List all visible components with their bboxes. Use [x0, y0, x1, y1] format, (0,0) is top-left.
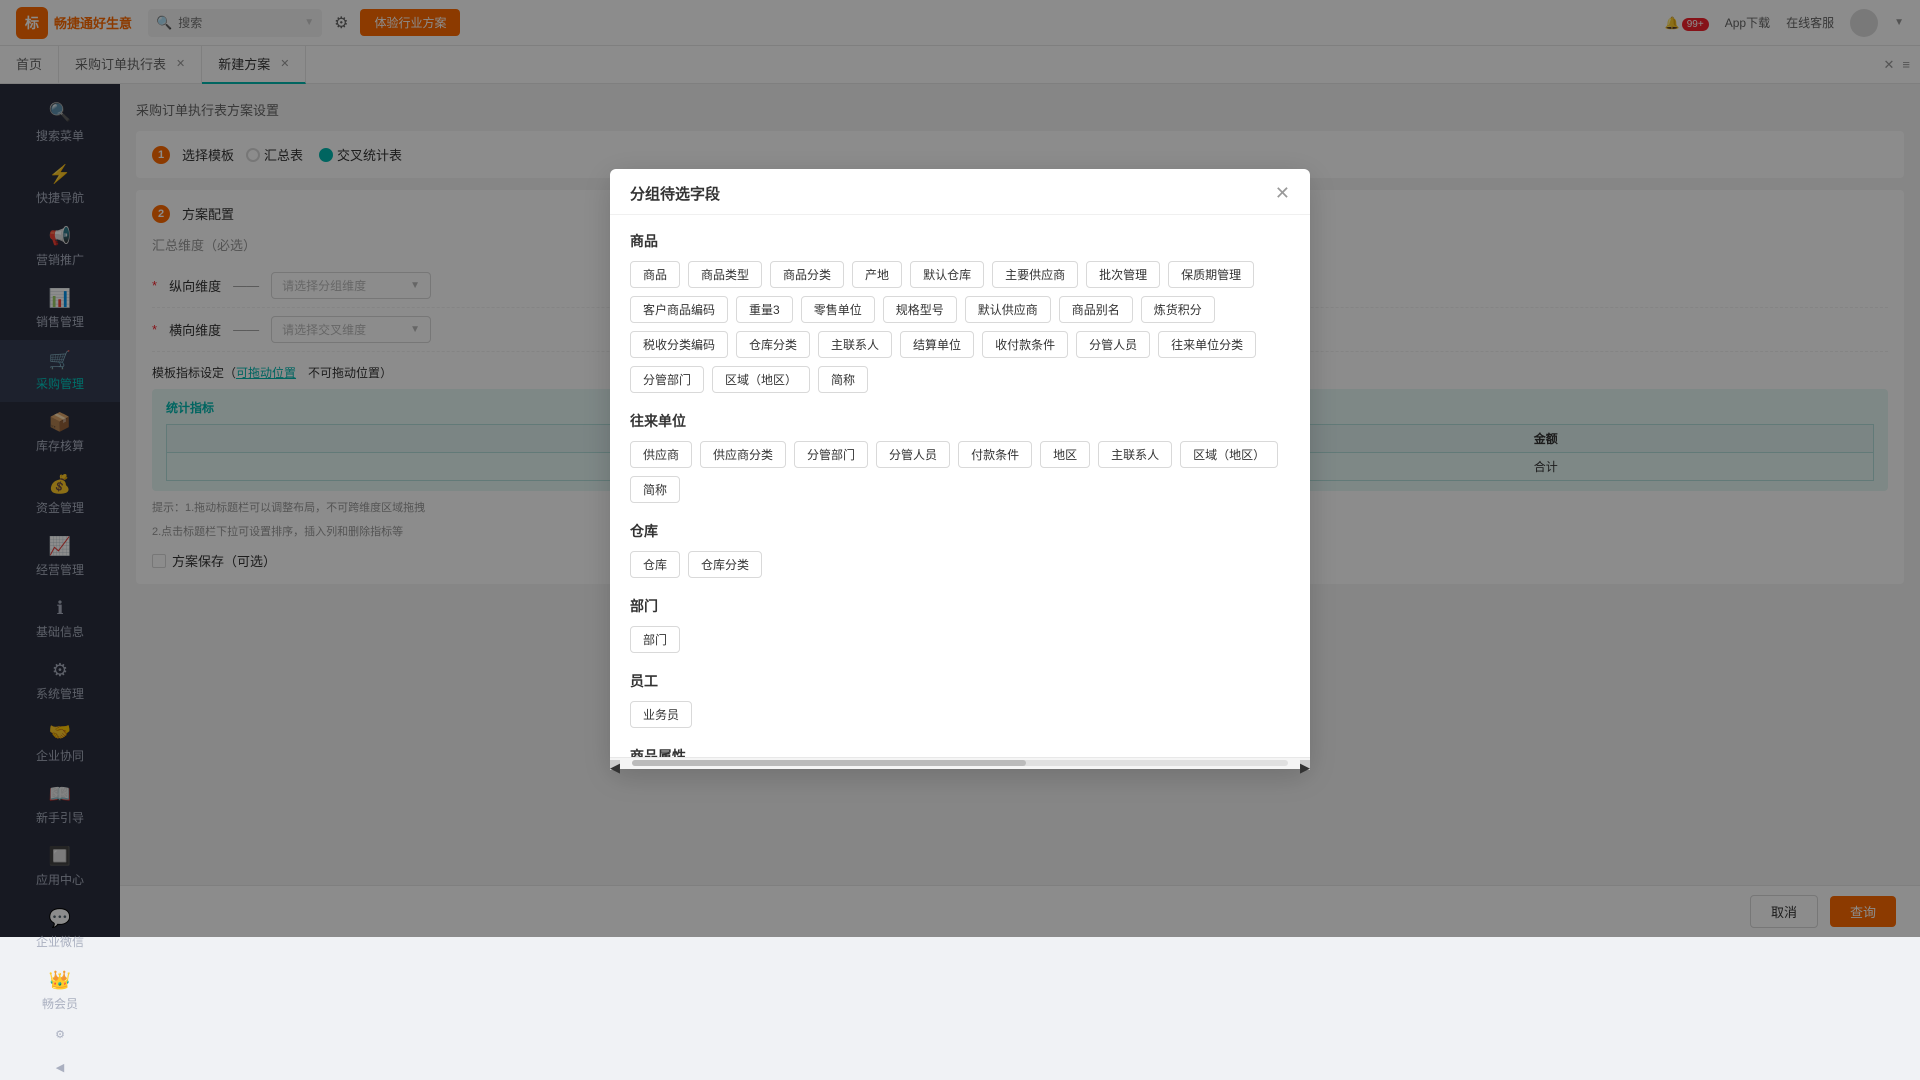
- field-group-product-attr: 商品属性 属性 颜色 多规格 尺码 鞋码 1: [630, 746, 1290, 758]
- sidebar-item-label-member: 畅会员: [42, 995, 78, 1012]
- field-tag-partner-2[interactable]: 分管部门: [794, 441, 868, 468]
- field-tag-product-9[interactable]: 重量3: [736, 296, 793, 323]
- field-tag-product-18[interactable]: 结算单位: [900, 331, 974, 358]
- modal-overlay: 分组待选字段 ✕ 商品 商品 商品类型 商品分类 产地 默认仓库 主要供应商 批…: [0, 0, 1920, 937]
- scroll-right-btn[interactable]: ▶: [1300, 760, 1310, 770]
- modal-body: 商品 商品 商品类型 商品分类 产地 默认仓库 主要供应商 批次管理 保质期管理…: [610, 215, 1310, 758]
- field-group-product: 商品 商品 商品类型 商品分类 产地 默认仓库 主要供应商 批次管理 保质期管理…: [630, 231, 1290, 393]
- field-tag-product-6[interactable]: 批次管理: [1086, 261, 1160, 288]
- field-tag-partner-1[interactable]: 供应商分类: [700, 441, 786, 468]
- field-tag-product-8[interactable]: 客户商品编码: [630, 296, 728, 323]
- field-group-warehouse-title: 仓库: [630, 521, 1290, 541]
- field-group-dept: 部门 部门: [630, 596, 1290, 653]
- field-tag-product-24[interactable]: 简称: [818, 366, 868, 393]
- modal-close-button[interactable]: ✕: [1275, 184, 1290, 202]
- scroll-thumb[interactable]: [632, 760, 1026, 766]
- field-tag-staff-0[interactable]: 业务员: [630, 701, 692, 728]
- field-tags-product: 商品 商品类型 商品分类 产地 默认仓库 主要供应商 批次管理 保质期管理 客户…: [630, 261, 1290, 393]
- field-tag-product-10[interactable]: 零售单位: [801, 296, 875, 323]
- field-tag-product-12[interactable]: 默认供应商: [965, 296, 1051, 323]
- modal-scroll-bar[interactable]: ◀ ▶: [610, 757, 1310, 768]
- sidebar-settings[interactable]: ⚙: [55, 1022, 65, 1047]
- field-group-warehouse: 仓库 仓库 仓库分类: [630, 521, 1290, 578]
- field-tag-partner-5[interactable]: 地区: [1040, 441, 1090, 468]
- field-tag-partner-4[interactable]: 付款条件: [958, 441, 1032, 468]
- field-group-partner: 往来单位 供应商 供应商分类 分管部门 分管人员 付款条件 地区 主联系人 区域…: [630, 411, 1290, 503]
- field-tag-product-7[interactable]: 保质期管理: [1168, 261, 1254, 288]
- field-tag-partner-8[interactable]: 简称: [630, 476, 680, 503]
- field-group-dept-title: 部门: [630, 596, 1290, 616]
- field-tags-staff: 业务员: [630, 701, 1290, 728]
- field-tag-product-17[interactable]: 主联系人: [818, 331, 892, 358]
- field-tag-product-13[interactable]: 商品别名: [1059, 296, 1133, 323]
- field-tag-product-11[interactable]: 规格型号: [883, 296, 957, 323]
- field-tag-product-22[interactable]: 分管部门: [630, 366, 704, 393]
- field-tags-dept: 部门: [630, 626, 1290, 653]
- modal-title: 分组待选字段: [630, 183, 720, 204]
- field-tag-product-19[interactable]: 收付款条件: [982, 331, 1068, 358]
- field-tag-partner-3[interactable]: 分管人员: [876, 441, 950, 468]
- field-tag-product-23[interactable]: 区域（地区）: [712, 366, 810, 393]
- field-tag-product-20[interactable]: 分管人员: [1076, 331, 1150, 358]
- field-tag-partner-0[interactable]: 供应商: [630, 441, 692, 468]
- field-tag-dept-0[interactable]: 部门: [630, 626, 680, 653]
- field-tag-partner-6[interactable]: 主联系人: [1098, 441, 1172, 468]
- field-tag-product-1[interactable]: 商品类型: [688, 261, 762, 288]
- field-tag-product-3[interactable]: 产地: [852, 261, 902, 288]
- field-tag-warehouse-1[interactable]: 仓库分类: [688, 551, 762, 578]
- sidebar-collapse[interactable]: ◀: [56, 1055, 64, 1080]
- modal: 分组待选字段 ✕ 商品 商品 商品类型 商品分类 产地 默认仓库 主要供应商 批…: [610, 169, 1310, 769]
- field-tag-product-14[interactable]: 炼货积分: [1141, 296, 1215, 323]
- sidebar-bottom: ⚙ ◀: [0, 1022, 120, 1080]
- modal-header: 分组待选字段 ✕: [610, 169, 1310, 215]
- field-group-staff-title: 员工: [630, 671, 1290, 691]
- field-tags-warehouse: 仓库 仓库分类: [630, 551, 1290, 578]
- field-tag-partner-7[interactable]: 区域（地区）: [1180, 441, 1278, 468]
- field-group-partner-title: 往来单位: [630, 411, 1290, 431]
- field-group-product-title: 商品: [630, 231, 1290, 251]
- field-tag-warehouse-0[interactable]: 仓库: [630, 551, 680, 578]
- field-tag-product-2[interactable]: 商品分类: [770, 261, 844, 288]
- field-tag-product-5[interactable]: 主要供应商: [992, 261, 1078, 288]
- field-group-product-attr-title: 商品属性: [630, 746, 1290, 758]
- field-tag-product-21[interactable]: 往来单位分类: [1158, 331, 1256, 358]
- member-icon: 👑: [49, 970, 71, 991]
- field-tag-product-15[interactable]: 税收分类编码: [630, 331, 728, 358]
- field-tag-product-0[interactable]: 商品: [630, 261, 680, 288]
- scroll-track: [632, 760, 1288, 766]
- sidebar-item-member[interactable]: 👑 畅会员: [0, 960, 120, 1022]
- field-tag-product-16[interactable]: 仓库分类: [736, 331, 810, 358]
- field-tags-partner: 供应商 供应商分类 分管部门 分管人员 付款条件 地区 主联系人 区域（地区） …: [630, 441, 1290, 503]
- scroll-left-btn[interactable]: ◀: [610, 760, 620, 770]
- field-tag-product-4[interactable]: 默认仓库: [910, 261, 984, 288]
- field-group-staff: 员工 业务员: [630, 671, 1290, 728]
